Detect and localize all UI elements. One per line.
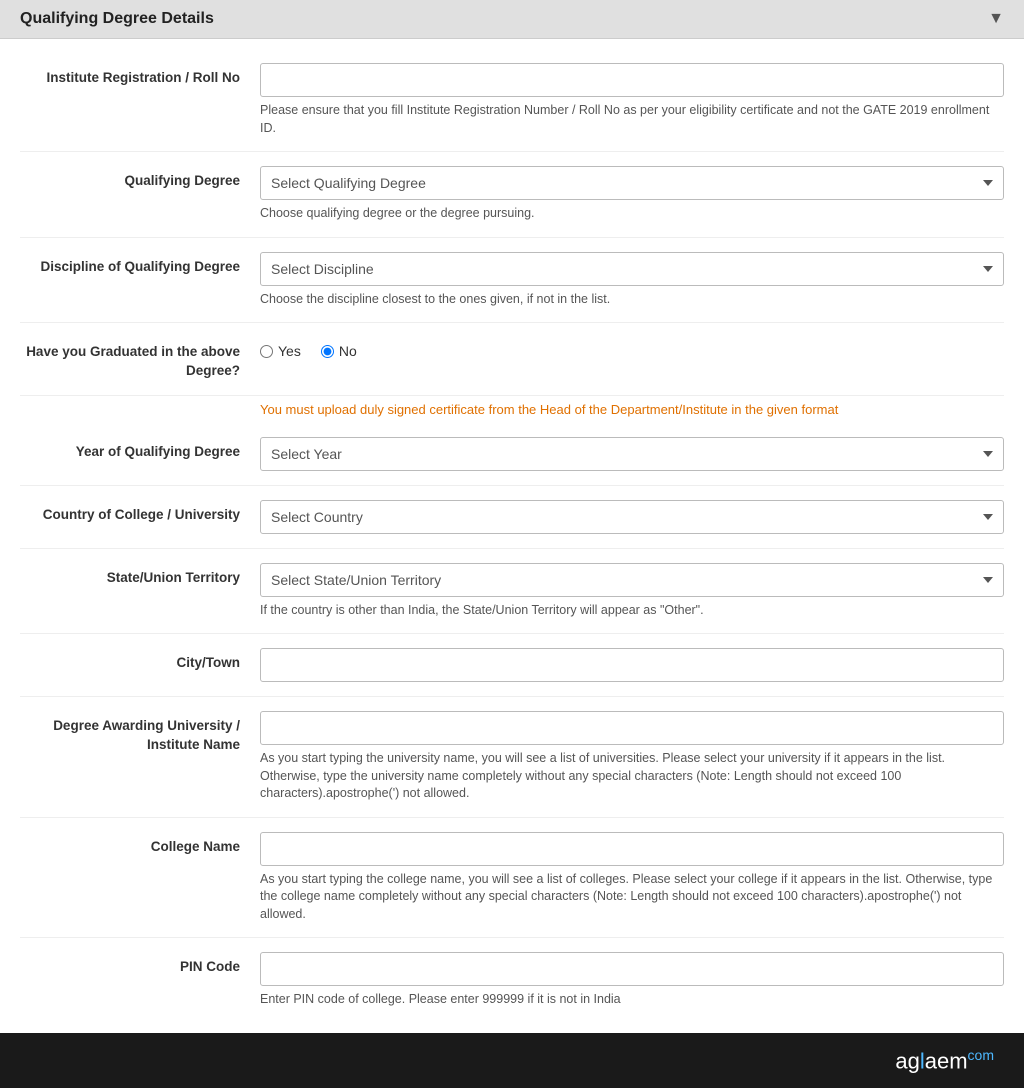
graduated-no-text: No xyxy=(339,343,357,359)
country-field: Select Country xyxy=(260,500,1004,534)
graduated-radio-group: Yes No xyxy=(260,337,1004,359)
footer-logo: aglaemcom xyxy=(895,1047,994,1074)
pin-row: PIN Code Enter PIN code of college. Plea… xyxy=(20,938,1004,1023)
year-select-wrapper: Select Year xyxy=(260,437,1004,471)
college-row: College Name As you start typing the col… xyxy=(20,818,1004,939)
institute-registration-input[interactable] xyxy=(260,63,1004,97)
pin-hint: Enter PIN code of college. Please enter … xyxy=(260,991,1004,1009)
discipline-hint: Choose the discipline closest to the one… xyxy=(260,291,1004,309)
institute-registration-field: Please ensure that you fill Institute Re… xyxy=(260,63,1004,137)
institute-registration-row: Institute Registration / Roll No Please … xyxy=(20,49,1004,152)
university-row: Degree Awarding University / Institute N… xyxy=(20,697,1004,818)
section-title: Qualifying Degree Details xyxy=(20,10,214,28)
qualifying-degree-label: Qualifying Degree xyxy=(20,166,260,191)
state-row: State/Union Territory Select State/Union… xyxy=(20,549,1004,635)
state-select-wrapper: Select State/Union Territory xyxy=(260,563,1004,597)
graduated-no-label[interactable]: No xyxy=(321,343,357,359)
qualifying-degree-field: Select Qualifying Degree Choose qualifyi… xyxy=(260,166,1004,223)
discipline-select-wrapper: Select Discipline xyxy=(260,252,1004,286)
graduated-yes-radio[interactable] xyxy=(260,345,273,358)
discipline-field: Select Discipline Choose the discipline … xyxy=(260,252,1004,309)
university-input[interactable] xyxy=(260,711,1004,745)
university-field: As you start typing the university name,… xyxy=(260,711,1004,803)
graduated-yes-text: Yes xyxy=(278,343,301,359)
section-header: Qualifying Degree Details ▼ xyxy=(0,0,1024,39)
institute-registration-hint: Please ensure that you fill Institute Re… xyxy=(260,102,1004,137)
qualifying-degree-hint: Choose qualifying degree or the degree p… xyxy=(260,205,1004,223)
pin-input[interactable] xyxy=(260,952,1004,986)
state-select[interactable]: Select State/Union Territory xyxy=(260,563,1004,597)
city-label: City/Town xyxy=(20,648,260,673)
graduated-field: Yes No xyxy=(260,337,1004,359)
graduated-yes-label[interactable]: Yes xyxy=(260,343,301,359)
form-container: Institute Registration / Roll No Please … xyxy=(0,39,1024,1033)
university-label: Degree Awarding University / Institute N… xyxy=(20,711,260,755)
year-select[interactable]: Select Year xyxy=(260,437,1004,471)
year-field: Select Year xyxy=(260,437,1004,471)
discipline-row: Discipline of Qualifying Degree Select D… xyxy=(20,238,1004,324)
discipline-label: Discipline of Qualifying Degree xyxy=(20,252,260,277)
college-field: As you start typing the college name, yo… xyxy=(260,832,1004,924)
institute-registration-label: Institute Registration / Roll No xyxy=(20,63,260,88)
country-row: Country of College / University Select C… xyxy=(20,486,1004,549)
graduated-row: Have you Graduated in the above Degree? … xyxy=(20,323,1004,396)
city-field xyxy=(260,648,1004,682)
pin-label: PIN Code xyxy=(20,952,260,977)
year-row: Year of Qualifying Degree Select Year xyxy=(20,423,1004,486)
country-select[interactable]: Select Country xyxy=(260,500,1004,534)
college-label: College Name xyxy=(20,832,260,857)
footer-logo-aem: aem xyxy=(925,1048,968,1073)
qualifying-degree-select-wrapper: Select Qualifying Degree xyxy=(260,166,1004,200)
city-row: City/Town xyxy=(20,634,1004,697)
footer-logo-com: com xyxy=(968,1047,994,1063)
state-label: State/Union Territory xyxy=(20,563,260,588)
year-label: Year of Qualifying Degree xyxy=(20,437,260,462)
state-field: Select State/Union Territory If the coun… xyxy=(260,563,1004,620)
country-select-wrapper: Select Country xyxy=(260,500,1004,534)
graduated-label: Have you Graduated in the above Degree? xyxy=(20,337,260,381)
country-label: Country of College / University xyxy=(20,500,260,525)
college-hint: As you start typing the college name, yo… xyxy=(260,871,1004,924)
footer-logo-ag: ag xyxy=(895,1048,919,1073)
qualifying-degree-row: Qualifying Degree Select Qualifying Degr… xyxy=(20,152,1004,238)
college-input[interactable] xyxy=(260,832,1004,866)
state-hint: If the country is other than India, the … xyxy=(260,602,1004,620)
footer: aglaemcom xyxy=(0,1033,1024,1088)
collapse-icon[interactable]: ▼ xyxy=(988,10,1004,28)
university-hint: As you start typing the university name,… xyxy=(260,750,1004,803)
city-input[interactable] xyxy=(260,648,1004,682)
discipline-select[interactable]: Select Discipline xyxy=(260,252,1004,286)
pin-field: Enter PIN code of college. Please enter … xyxy=(260,952,1004,1009)
graduated-no-radio[interactable] xyxy=(321,345,334,358)
page-wrapper: Qualifying Degree Details ▼ Institute Re… xyxy=(0,0,1024,1088)
qualifying-degree-select[interactable]: Select Qualifying Degree xyxy=(260,166,1004,200)
warning-text: You must upload duly signed certificate … xyxy=(20,396,1004,423)
